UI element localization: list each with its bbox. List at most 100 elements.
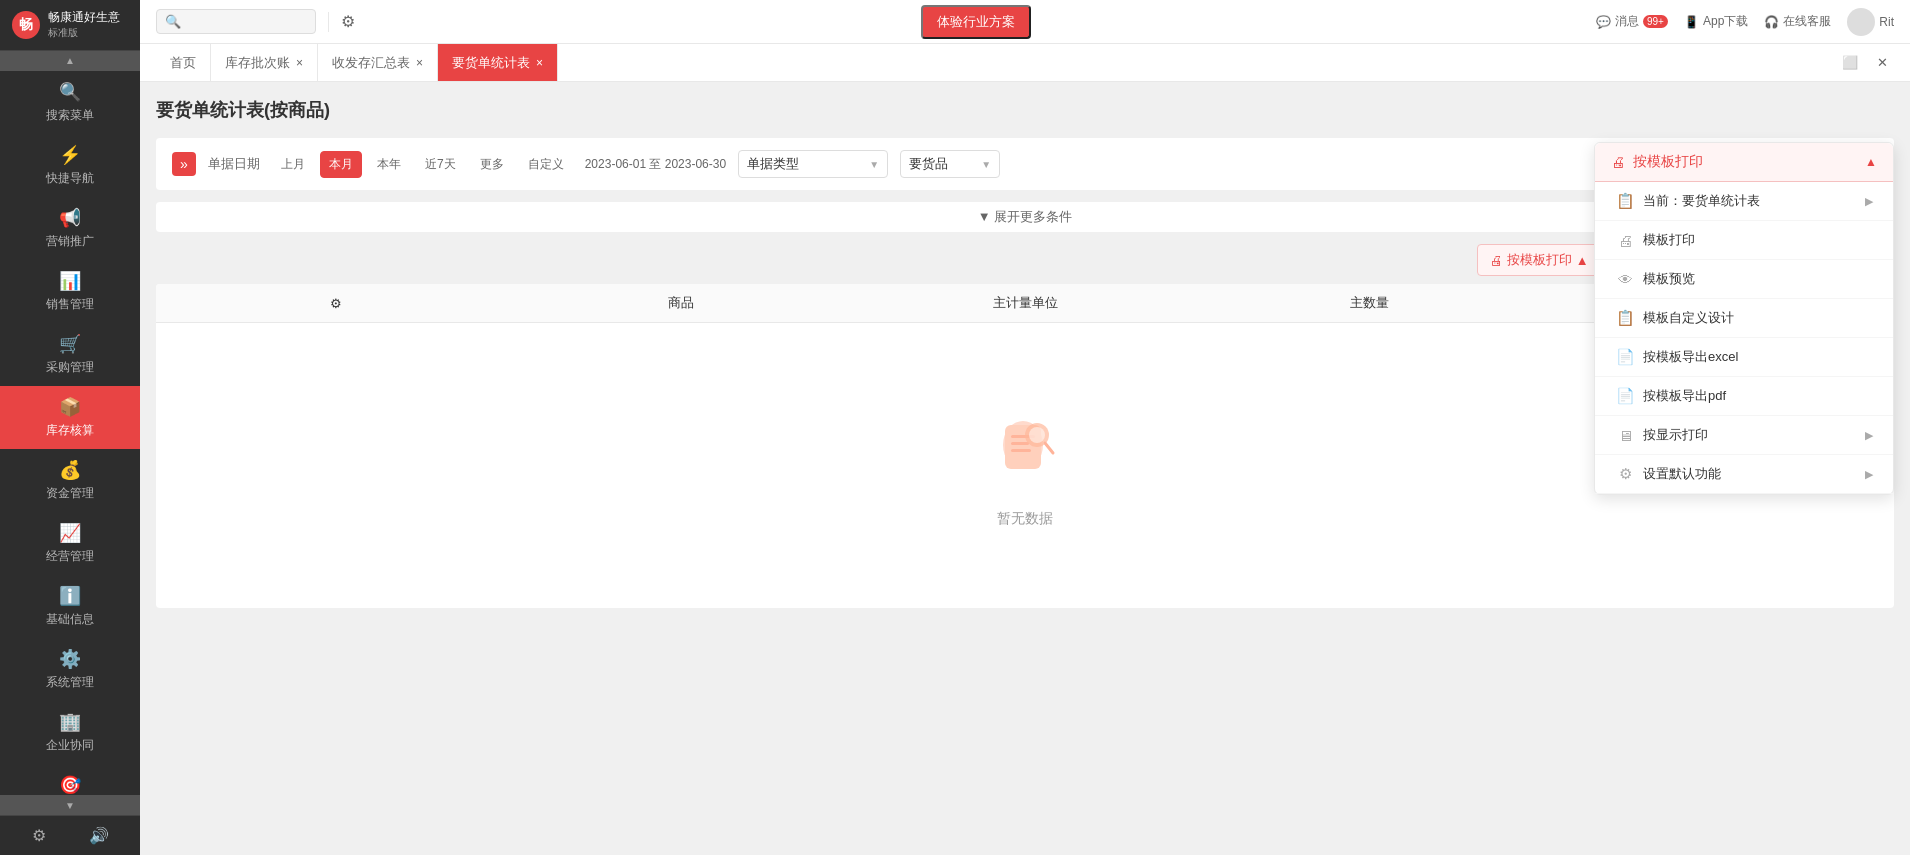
- search-input[interactable]: [185, 15, 307, 29]
- print-button[interactable]: 🖨 按模板打印 ▲: [1477, 244, 1602, 276]
- svg-rect-3: [1011, 442, 1029, 445]
- chevron-right-icon: ▶: [1865, 195, 1873, 208]
- display-print-item[interactable]: 🖥 按显示打印 ▶: [1595, 416, 1893, 455]
- dropdown-header-left: 🖨 按模板打印: [1611, 153, 1703, 171]
- system-icon: ⚙️: [59, 648, 81, 670]
- message-icon: 💬: [1596, 15, 1611, 29]
- table-col-unit: 主计量单位: [861, 294, 1189, 312]
- pdf-icon: 📄: [1615, 387, 1635, 405]
- current-template-item[interactable]: 📋 当前：要货单统计表 ▶: [1595, 182, 1893, 221]
- template-pdf-item[interactable]: 📄 按模板导出pdf: [1595, 377, 1893, 416]
- goods-filter-label: 要货品: [909, 155, 948, 173]
- sidebar-item-inventory[interactable]: 📦 库存核算: [0, 386, 140, 449]
- avatar: [1847, 8, 1875, 36]
- tab-bar: 首页 库存批次账 × 收发存汇总表 × 要货单统计表 × ⬜ ✕: [140, 44, 1910, 82]
- tab-receipt-summary-close[interactable]: ×: [416, 56, 423, 70]
- settings-footer-btn[interactable]: ⚙: [32, 826, 46, 845]
- username: Rit: [1879, 15, 1894, 29]
- shortcut-icon: ⚡: [59, 144, 81, 166]
- filter-expand-button[interactable]: »: [172, 152, 196, 176]
- logo-icon: 畅: [12, 11, 40, 39]
- custom-date-btn[interactable]: 自定义: [519, 151, 573, 178]
- table-col-goods: 商品: [516, 294, 844, 312]
- sales-icon: 📊: [59, 270, 81, 292]
- topbar-gear-icon[interactable]: ⚙: [341, 12, 355, 31]
- last7-btn[interactable]: 近7天: [416, 151, 465, 178]
- sidebar-item-system[interactable]: ⚙️ 系统管理: [0, 638, 140, 701]
- empty-icon: [985, 403, 1065, 498]
- sidebar-item-sales[interactable]: 📊 销售管理: [0, 260, 140, 323]
- sidebar-item-purchase[interactable]: 🛒 采购管理: [0, 323, 140, 386]
- template-design-label: 模板自定义设计: [1643, 309, 1734, 327]
- template-excel-label: 按模板导出excel: [1643, 348, 1738, 366]
- speaker-footer-btn[interactable]: 🔊: [89, 826, 109, 845]
- goods-filter-select[interactable]: 要货品 ▼: [900, 150, 1000, 178]
- template-print-label: 模板打印: [1643, 231, 1695, 249]
- preview-icon: 👁: [1615, 271, 1635, 288]
- online-service-button[interactable]: 🎧 在线客服: [1764, 13, 1831, 30]
- prev-month-btn[interactable]: 上月: [272, 151, 314, 178]
- search-icon: 🔍: [165, 14, 181, 29]
- sidebar-item-marketing[interactable]: 📢 营销推广: [0, 197, 140, 260]
- messages-button[interactable]: 💬 消息 99+: [1596, 13, 1668, 30]
- sidebar-nav: 🔍 搜索菜单 ⚡ 快捷导航 📢 营销推广 📊 销售管理 🛒 采购管理 📦 库存核…: [0, 71, 140, 795]
- svg-rect-4: [1011, 449, 1031, 452]
- marketing-icon: 📢: [59, 207, 81, 229]
- chevron-down-icon2: ▼: [981, 159, 991, 170]
- table-col-settings[interactable]: ⚙: [172, 296, 500, 311]
- sidebar-item-label: 库存核算: [46, 422, 94, 439]
- sidebar-item-enterprise[interactable]: 🏢 企业协同: [0, 701, 140, 764]
- sidebar-item-operations[interactable]: 📈 经营管理: [0, 512, 140, 575]
- print-dropdown: 🖨 按模板打印 ▲ 📋 当前：要货单统计表 ▶ 🖨 模板打印 👁: [1594, 142, 1894, 495]
- tab-order-stats-close[interactable]: ×: [536, 56, 543, 70]
- more-date-btn[interactable]: 更多: [471, 151, 513, 178]
- template-design-item[interactable]: 📋 模板自定义设计: [1595, 299, 1893, 338]
- template-print-item[interactable]: 🖨 模板打印: [1595, 221, 1893, 260]
- template-preview-item[interactable]: 👁 模板预览: [1595, 260, 1893, 299]
- order-type-select[interactable]: 单据类型 ▼: [738, 150, 888, 178]
- chevron-right-icon3: ▶: [1865, 468, 1873, 481]
- trial-button[interactable]: 体验行业方案: [921, 5, 1031, 39]
- dropdown-header[interactable]: 🖨 按模板打印 ▲: [1595, 143, 1893, 182]
- design-icon: 📋: [1615, 309, 1635, 327]
- current-year-btn[interactable]: 本年: [368, 151, 410, 178]
- app-badge: 标准版: [48, 26, 120, 40]
- tab-receipt-summary[interactable]: 收发存汇总表 ×: [318, 44, 438, 81]
- user-profile[interactable]: Rit: [1847, 8, 1894, 36]
- sidebar-item-finance[interactable]: 💰 资金管理: [0, 449, 140, 512]
- gear-icon: ⚙: [1615, 465, 1635, 483]
- sidebar-scroll-down[interactable]: ▼: [0, 795, 140, 815]
- sidebar-logo[interactable]: 畅 畅康通好生意 标准版: [0, 0, 140, 51]
- default-func-item[interactable]: ⚙ 设置默认功能 ▶: [1595, 455, 1893, 494]
- printer-icon: 🖨: [1490, 253, 1503, 268]
- tab-order-stats[interactable]: 要货单统计表 ×: [438, 44, 558, 81]
- template-excel-item[interactable]: 📄 按模板导出excel: [1595, 338, 1893, 377]
- empty-text: 暂无数据: [997, 510, 1053, 528]
- close-tab-btn[interactable]: ✕: [1870, 51, 1894, 75]
- app-download-button[interactable]: 📱 App下载: [1684, 13, 1748, 30]
- search-icon: 🔍: [59, 81, 81, 103]
- sidebar: 畅 畅康通好生意 标准版 ▲ 🔍 搜索菜单 ⚡ 快捷导航 📢 营销推广 📊 销售…: [0, 0, 140, 855]
- topbar-right: 💬 消息 99+ 📱 App下载 🎧 在线客服 Rit: [1596, 8, 1894, 36]
- sidebar-item-search[interactable]: 🔍 搜索菜单: [0, 71, 140, 134]
- tab-inventory-batch-label: 库存批次账: [225, 54, 290, 72]
- headset-icon: 🎧: [1764, 15, 1779, 29]
- sidebar-item-shortcut[interactable]: ⚡ 快捷导航: [0, 134, 140, 197]
- enterprise-icon: 🏢: [59, 711, 81, 733]
- print-dropdown-icon: 🖨: [1611, 154, 1625, 170]
- sidebar-item-label: 经营管理: [46, 548, 94, 565]
- sidebar-item-basic[interactable]: ℹ️ 基础信息: [0, 575, 140, 638]
- template-icon: 📋: [1615, 192, 1635, 210]
- maximize-tab-btn[interactable]: ⬜: [1838, 51, 1862, 75]
- page-title: 要货单统计表(按商品): [156, 98, 1894, 122]
- sidebar-footer: ⚙ 🔊: [0, 815, 140, 855]
- sidebar-item-label: 搜索菜单: [46, 107, 94, 124]
- tab-home[interactable]: 首页: [156, 44, 211, 81]
- sidebar-item-newbie[interactable]: 🎯 新手引导: [0, 764, 140, 795]
- tab-inventory-batch[interactable]: 库存批次账 ×: [211, 44, 318, 81]
- topbar-search[interactable]: 🔍: [156, 9, 316, 34]
- display-icon: 🖥: [1615, 427, 1635, 444]
- current-month-btn[interactable]: 本月: [320, 151, 362, 178]
- sidebar-scroll-up[interactable]: ▲: [0, 51, 140, 71]
- tab-inventory-batch-close[interactable]: ×: [296, 56, 303, 70]
